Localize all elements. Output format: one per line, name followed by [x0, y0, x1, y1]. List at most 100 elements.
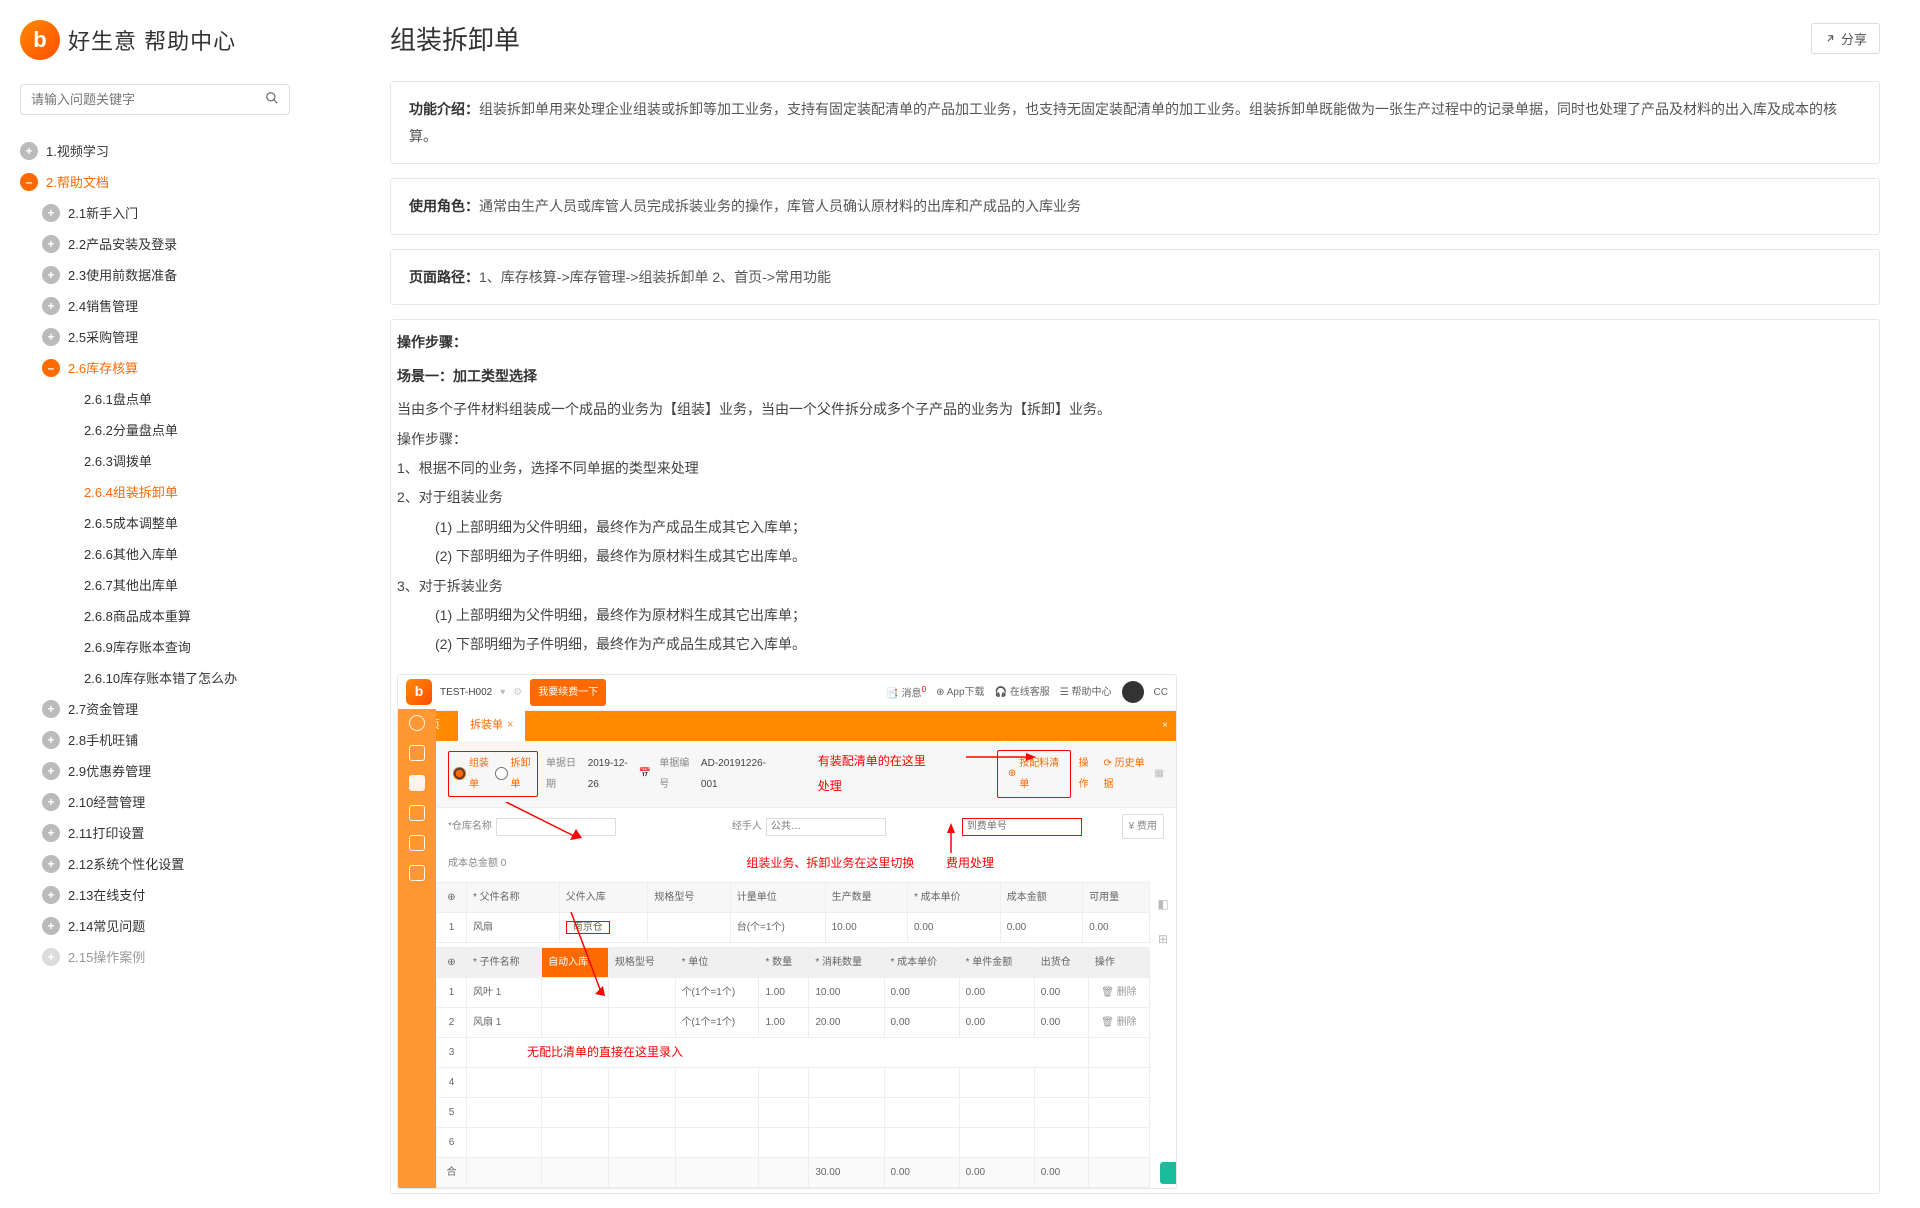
nav-2-11[interactable]: +2.11打印设置 — [20, 823, 290, 842]
nav-2-6-1[interactable]: 2.6.1盘点单 — [20, 389, 290, 408]
config-btn[interactable]: ⊕ 按配料清单 — [997, 750, 1071, 798]
nav-2-6-3[interactable]: 2.6.3调拨单 — [20, 451, 290, 470]
th-spec2: 规格型号 — [608, 948, 675, 978]
nav-2-8[interactable]: +2.8手机旺铺 — [20, 730, 290, 749]
avatar-icon[interactable] — [1122, 681, 1144, 703]
print-icon[interactable]: ▦ — [1155, 763, 1164, 784]
op-2a: (1) 上部明细为父件明细，最终作为产成品生成其它入库单； — [397, 513, 1873, 542]
th-plus[interactable]: ⊕ — [437, 948, 467, 978]
th-avail: 可用量 — [1083, 883, 1150, 913]
table-footer: 合30.000.000.000.00 — [437, 1158, 1150, 1188]
assemble-pill[interactable]: 组装单 拆卸单 — [448, 751, 538, 797]
msg-icon[interactable]: 📑 消息0 — [886, 681, 926, 704]
cart-icon[interactable] — [409, 775, 425, 791]
search-input[interactable] — [31, 92, 265, 107]
disassemble-radio[interactable] — [495, 767, 508, 780]
table-row[interactable]: 1 风扇 南京仓 台(个=1个) 10.00 0.00 0.00 0.00 — [437, 913, 1150, 943]
close-icon[interactable]: × — [507, 719, 513, 731]
tool-icon[interactable]: ◧ — [1157, 892, 1168, 917]
nav-2-10[interactable]: +2.10经营管理 — [20, 792, 290, 811]
th-parentwh: 父件入库 — [559, 883, 648, 913]
nav-2-6-5[interactable]: 2.6.5成本调整单 — [20, 513, 290, 532]
history-btn[interactable]: ⟳ 历史单据 — [1103, 753, 1146, 795]
nav-2-6-7[interactable]: 2.6.7其他出库单 — [20, 575, 290, 594]
sidebar: b 好生意 帮助中心 +1.视频学习 –2.帮助文档 +2.1新手入门 +2.2… — [0, 0, 310, 1208]
nav-2-3[interactable]: +2.3使用前数据准备 — [20, 265, 290, 284]
docno-label: 单据编号 — [659, 753, 693, 795]
embed-row2: *仓库名称 经手人 ¥ 费用 — [436, 808, 1176, 851]
plus-icon: + — [42, 917, 60, 935]
op-2: 2、对于组装业务 — [397, 483, 1873, 512]
th-plus[interactable]: ⊕ — [437, 883, 467, 913]
folder-icon[interactable] — [409, 865, 425, 881]
plus-icon: + — [42, 204, 60, 222]
service-link[interactable]: 🎧 在线客服 — [995, 682, 1050, 703]
tool-icon[interactable]: ⊞ — [1158, 927, 1168, 952]
table-row[interactable]: 5 — [437, 1098, 1150, 1128]
op-btn[interactable]: 操作 — [1079, 753, 1096, 795]
assemble-radio[interactable] — [453, 767, 466, 780]
th-op2: 操作 — [1088, 948, 1149, 978]
op-3a: (1) 上部明细为父件明细，最终作为原材料生成其它出库单； — [397, 601, 1873, 630]
table-row[interactable]: 4 — [437, 1068, 1150, 1098]
th-parentname: * 父件名称 — [467, 883, 560, 913]
search-icon[interactable] — [265, 91, 279, 108]
nav-docs[interactable]: –2.帮助文档 — [20, 172, 290, 191]
child-table: ⊕ * 子件名称 自动入库 规格型号 * 单位 * 数量 * 消耗数量 * 成本… — [436, 947, 1150, 1188]
nav-2-6-4[interactable]: 2.6.4组装拆卸单 — [20, 482, 290, 501]
nav-2-15[interactable]: +2.15操作案例 — [20, 947, 290, 966]
table-row[interactable]: 1风叶 1个(1个=1个)1.0010.000.000.000.00🗑 删除 — [437, 978, 1150, 1008]
plus-icon: + — [42, 266, 60, 284]
nav-2-4[interactable]: +2.4销售管理 — [20, 296, 290, 315]
table-row[interactable]: 6 — [437, 1128, 1150, 1158]
page-title: 组装拆卸单 — [390, 20, 520, 57]
nav-2-6-6[interactable]: 2.6.6其他入库单 — [20, 544, 290, 563]
nav-2-13[interactable]: +2.13在线支付 — [20, 885, 290, 904]
nav-2-6-2[interactable]: 2.6.2分量盘点单 — [20, 420, 290, 439]
date-label: 单据日期 — [546, 753, 580, 795]
nav-video[interactable]: +1.视频学习 — [20, 141, 290, 160]
nav-2-9[interactable]: +2.9优惠券管理 — [20, 761, 290, 780]
nav-2-12[interactable]: +2.12系统个性化设置 — [20, 854, 290, 873]
nav-2-14[interactable]: +2.14常见问题 — [20, 916, 290, 935]
tab-document[interactable]: 拆装单× — [458, 709, 525, 742]
nav-2-6[interactable]: –2.6库存核算 — [20, 358, 290, 377]
box-icon[interactable] — [409, 805, 425, 821]
nav-2-6-10[interactable]: 2.6.10库存账本错了怎么办 — [20, 668, 290, 687]
nav-2-5[interactable]: +2.5采购管理 — [20, 327, 290, 346]
th-tag: 自动入库 — [542, 948, 609, 978]
plus-icon: + — [42, 824, 60, 842]
th-costprice: * 成本单价 — [908, 883, 1001, 913]
nav-2-1[interactable]: +2.1新手入门 — [20, 203, 290, 222]
calendar-icon[interactable]: 📅 — [639, 763, 651, 784]
help-link[interactable]: ☰ 帮助中心 — [1060, 682, 1112, 703]
nav-2-7[interactable]: +2.7资金管理 — [20, 699, 290, 718]
person-input[interactable] — [766, 818, 886, 836]
table-row[interactable]: 3无配比清单的直接在这里录入 — [437, 1038, 1150, 1068]
expand-icon[interactable] — [1160, 1162, 1177, 1184]
delete-icon[interactable]: 🗑 删除 — [1088, 1008, 1149, 1038]
username: CC — [1154, 682, 1168, 703]
delete-icon[interactable]: 🗑 删除 — [1088, 978, 1149, 1008]
home-icon[interactable] — [409, 715, 425, 731]
fee-button[interactable]: ¥ 费用 — [1122, 814, 1164, 839]
search-box[interactable] — [20, 84, 290, 115]
nav-2-6-8[interactable]: 2.6.8商品成本重算 — [20, 606, 290, 625]
anno-direct: 无配比清单的直接在这里录入 — [527, 1040, 683, 1065]
embed-topbar: b TEST-H002 ▾ ⚙ 我要续费一下 📑 消息0 ⊕ App下载 🎧 在… — [398, 675, 1176, 711]
fee-input[interactable] — [962, 818, 1082, 836]
app-link[interactable]: ⊕ App下载 — [936, 682, 984, 703]
nav-2-6-9[interactable]: 2.6.9库存账本查询 — [20, 637, 290, 656]
share-button[interactable]: 分享 — [1811, 23, 1880, 54]
close-all-icon[interactable]: × — [1162, 715, 1168, 736]
nav-2-2[interactable]: +2.2产品安装及登录 — [20, 234, 290, 253]
intro-card: 功能介绍：组装拆卸单用来处理企业组装或拆卸等加工业务，支持有固定装配清单的产品加… — [390, 81, 1880, 164]
money-icon[interactable] — [409, 745, 425, 761]
th-qty2: * 数量 — [759, 948, 809, 978]
embed-renew-button[interactable]: 我要续费一下 — [530, 679, 606, 706]
plus-icon: + — [42, 948, 60, 966]
table-row[interactable]: 2风扇 1个(1个=1个)1.0020.000.000.000.00🗑 删除 — [437, 1008, 1150, 1038]
th-consume: * 消耗数量 — [809, 948, 884, 978]
list-icon[interactable] — [409, 835, 425, 851]
wh-input[interactable] — [496, 818, 616, 836]
